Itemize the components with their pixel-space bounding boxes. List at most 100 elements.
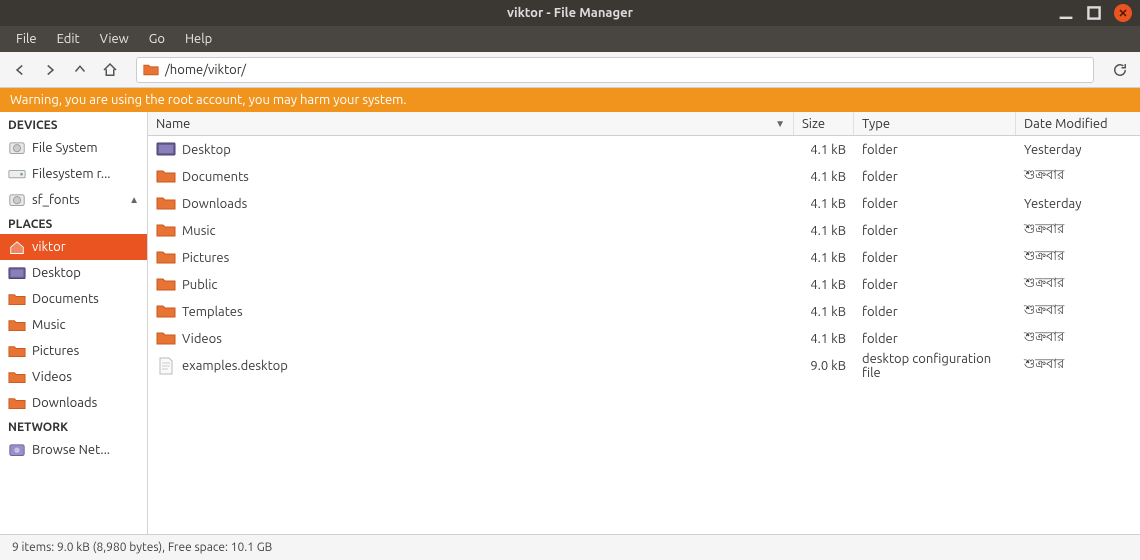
file-date: শুক্রবার [1016,166,1140,187]
menu-file[interactable]: File [6,29,47,49]
file-date: শুক্রবার [1016,355,1140,376]
sidebar-item-label: Videos [32,370,72,384]
column-size[interactable]: Size [794,112,854,135]
file-size: 4.1 kB [794,305,854,319]
file-name: Public [182,278,217,292]
desktop-icon [156,141,176,159]
sidebar: DEVICESFile SystemFilesystem r...sf_font… [0,112,148,534]
sidebar-item[interactable]: Music [0,312,147,338]
file-list: Name▼ Size Type Date Modified Desktop 4.1… [148,112,1140,534]
textfile-icon [156,357,176,375]
sidebar-item-label: Downloads [32,396,97,410]
file-name: Pictures [182,251,229,265]
sidebar-item-label: File System [32,141,98,155]
file-name: Videos [182,332,222,346]
up-button[interactable] [68,58,92,82]
menu-view[interactable]: View [90,29,139,49]
sidebar-item-label: sf_fonts [32,193,80,207]
sidebar-item-label: Pictures [32,344,79,358]
sidebar-item[interactable]: viktor [0,234,147,260]
file-name: Documents [182,170,249,184]
disk-icon [8,140,26,156]
sidebar-item-label: Browse Net... [32,443,110,457]
menubar: FileEditViewGoHelp [0,26,1140,52]
column-type[interactable]: Type [854,112,1016,135]
file-size: 4.1 kB [794,224,854,238]
folder-icon [156,168,176,186]
sidebar-item[interactable]: Desktop [0,260,147,286]
sidebar-item[interactable]: Browse Net... [0,437,147,463]
close-button[interactable] [1114,4,1132,22]
network-icon [8,442,26,458]
file-type: folder [854,251,1016,265]
file-row[interactable]: Videos4.1 kBfolderশুক্রবার [148,325,1140,352]
sidebar-item[interactable]: Filesystem r... [0,161,147,187]
file-name: Downloads [182,197,247,211]
file-row[interactable]: Public4.1 kBfolderশুক্রবার [148,271,1140,298]
column-name[interactable]: Name▼ [148,112,794,135]
folder-icon [156,249,176,267]
sidebar-section-places: PLACES [0,213,147,234]
column-headers: Name▼ Size Type Date Modified [148,112,1140,136]
sidebar-item-label: Music [32,318,66,332]
menu-go[interactable]: Go [139,29,175,49]
file-name: Templates [182,305,243,319]
file-date: শুক্রবার [1016,274,1140,295]
file-name: examples.desktop [182,359,288,373]
file-type: folder [854,305,1016,319]
file-size: 9.0 kB [794,359,854,373]
folder-icon [8,317,26,333]
sidebar-item[interactable]: sf_fonts ▲ [0,187,147,213]
back-button[interactable] [8,58,32,82]
file-row[interactable]: Music 4.1 kBfolderশুক্রবার [148,217,1140,244]
titlebar: viktor - File Manager [0,0,1140,26]
file-type: folder [854,170,1016,184]
folder-icon [156,222,176,240]
file-type: folder [854,143,1016,157]
file-name: Desktop [182,143,231,157]
folder-icon [156,303,176,321]
forward-button[interactable] [38,58,62,82]
file-row[interactable]: Pictures4.1 kBfolderশুক্রবার [148,244,1140,271]
sidebar-item[interactable]: File System [0,135,147,161]
file-type: desktop configuration file [854,352,1016,380]
file-size: 4.1 kB [794,197,854,211]
folder-icon [156,195,176,213]
window-title: viktor - File Manager [507,6,633,20]
home-button[interactable] [98,58,122,82]
folder-icon [8,291,26,307]
file-row[interactable]: Desktop 4.1 kBfolderYesterday [148,136,1140,163]
home-icon [8,239,26,255]
path-text: /home/viktor/ [165,63,1087,77]
file-name: Music [182,224,216,238]
sidebar-item[interactable]: Pictures [0,338,147,364]
sidebar-item[interactable]: Videos [0,364,147,390]
folder-icon [156,276,176,294]
folder-icon [8,369,26,385]
file-date: শুক্রবার [1016,220,1140,241]
statusbar: 9 items: 9.0 kB (8,980 bytes), Free spac… [0,534,1140,560]
disk-icon [8,192,26,208]
refresh-button[interactable] [1108,58,1132,82]
menu-edit[interactable]: Edit [47,29,90,49]
column-date[interactable]: Date Modified [1016,112,1140,135]
file-date: Yesterday [1016,197,1140,211]
maximize-button[interactable] [1086,5,1102,21]
minimize-button[interactable] [1058,5,1074,21]
file-row[interactable]: examples.desktop 9.0 kBdesktop configurat… [148,352,1140,379]
file-row[interactable]: Downloads4.1 kBfolderYesterday [148,190,1140,217]
menu-help[interactable]: Help [175,29,222,49]
file-type: folder [854,278,1016,292]
sidebar-item[interactable]: Downloads [0,390,147,416]
file-type: folder [854,224,1016,238]
file-date: Yesterday [1016,143,1140,157]
eject-icon[interactable]: ▲ [129,194,139,206]
location-bar[interactable]: /home/viktor/ [136,57,1094,83]
file-row[interactable]: Templates4.1 kBfolderশুক্রবার [148,298,1140,325]
warning-text: Warning, you are using the root account,… [10,93,407,107]
sidebar-item[interactable]: Documents [0,286,147,312]
file-size: 4.1 kB [794,143,854,157]
file-type: folder [854,332,1016,346]
drive-icon [8,166,26,182]
file-row[interactable]: Documents4.1 kBfolderশুক্রবার [148,163,1140,190]
